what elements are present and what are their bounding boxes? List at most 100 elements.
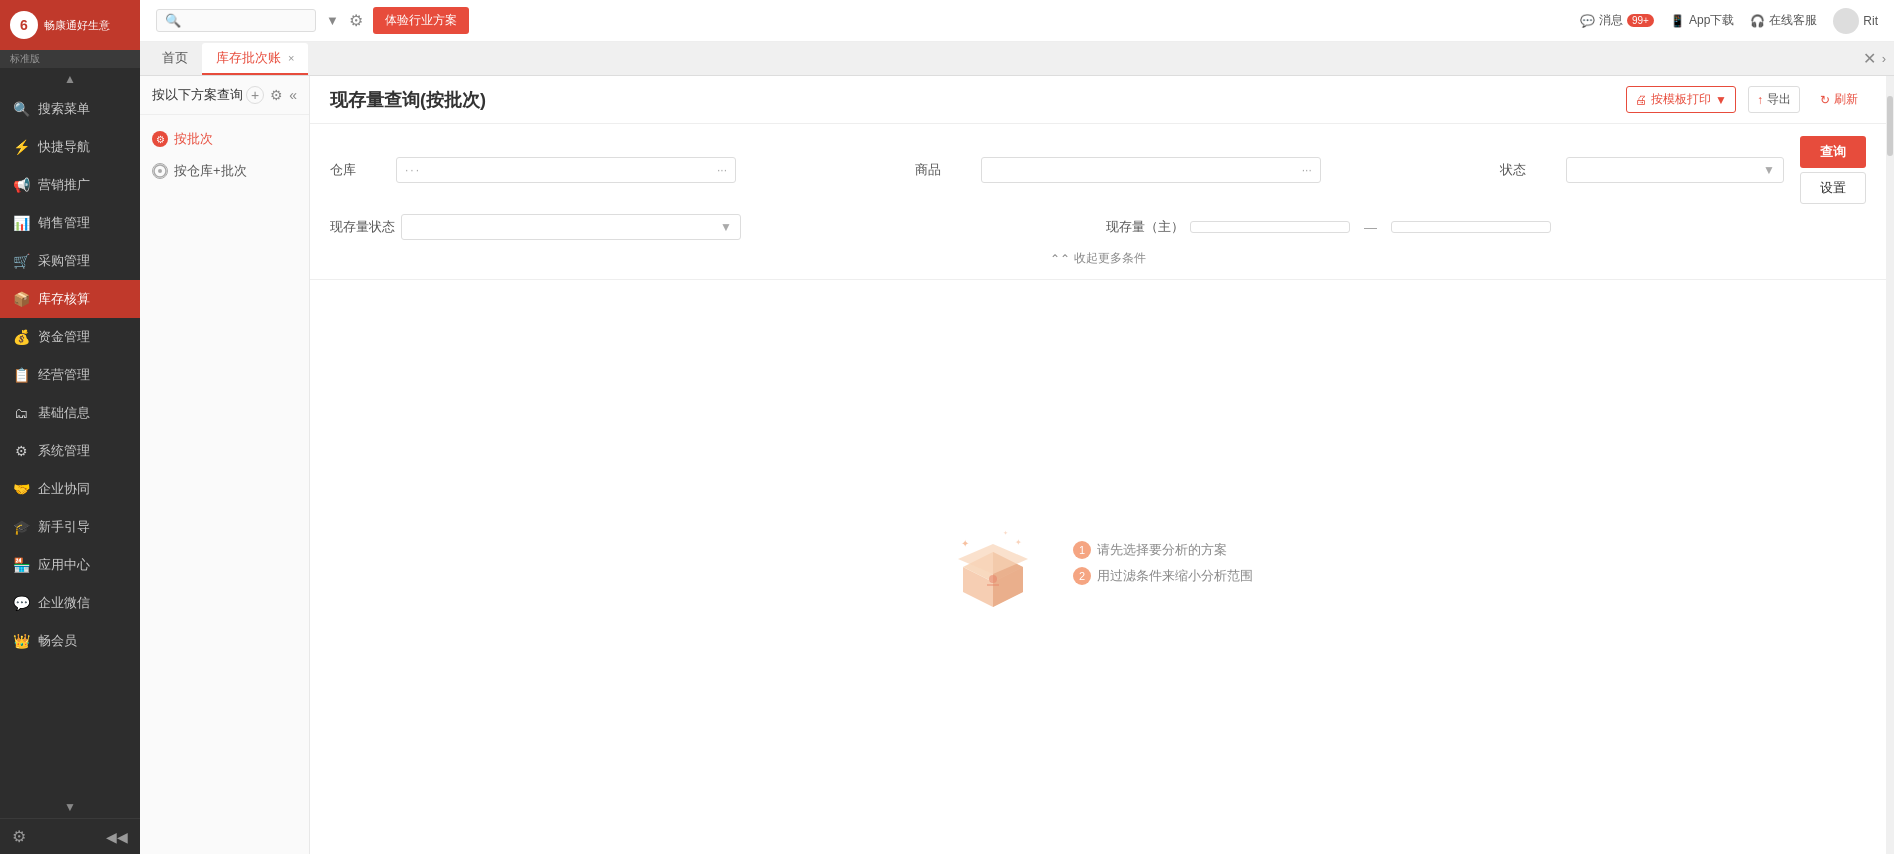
main-area: 🔍 ▼ ⚙ 体验行业方案 💬 消息 99+ 📱 App下载 🎧 在线客服 Rit bbox=[140, 0, 1894, 854]
app-download-item[interactable]: 📱 App下载 bbox=[1670, 12, 1734, 29]
folder-icon: 🗂 bbox=[12, 404, 30, 422]
sidebar-item-appstore-label: 应用中心 bbox=[38, 556, 90, 574]
tip-num-1: 1 bbox=[1073, 541, 1091, 559]
dropdown-arrow[interactable]: ▼ bbox=[326, 13, 339, 28]
status-select[interactable]: ▼ bbox=[1566, 157, 1784, 183]
sidebar-item-appstore[interactable]: 🏪 应用中心 bbox=[0, 546, 140, 584]
inventory-qty-from[interactable] bbox=[1190, 221, 1350, 233]
panel-arrow[interactable]: › bbox=[1882, 51, 1886, 66]
lightning-icon: ⚡ bbox=[12, 138, 30, 156]
box-icon: 📦 bbox=[12, 290, 30, 308]
empty-tips: 1 请先选择要分析的方案 2 用过滤条件来缩小分析范围 bbox=[1073, 541, 1253, 593]
refresh-button[interactable]: ↻ 刷新 bbox=[1812, 87, 1866, 112]
search-box[interactable]: 🔍 bbox=[156, 9, 316, 32]
warehouse-more-icon: ··· bbox=[717, 163, 727, 177]
status-label: 状态 bbox=[1500, 161, 1560, 179]
avatar bbox=[1833, 8, 1859, 34]
sidebar-header: 6 畅康通好生意 bbox=[0, 0, 140, 50]
left-panel-header: 按以下方案查询 + ⚙ « bbox=[140, 76, 309, 115]
tab-inventory-batch[interactable]: 库存批次账 × bbox=[202, 43, 308, 75]
filter-settings-button[interactable]: 设置 bbox=[1800, 172, 1866, 204]
inventory-status-filter: 现存量状态 ▼ bbox=[330, 214, 1090, 240]
sidebar-item-enterprise-label: 企业协同 bbox=[38, 480, 90, 498]
sidebar-item-quicknav[interactable]: ⚡ 快捷导航 bbox=[0, 128, 140, 166]
headset-icon: 🎧 bbox=[1750, 14, 1765, 28]
industry-button[interactable]: 体验行业方案 bbox=[373, 7, 469, 34]
tip-num-2: 2 bbox=[1073, 567, 1091, 585]
svg-text:✦: ✦ bbox=[1003, 530, 1008, 536]
sidebar-item-member[interactable]: 👑 畅会员 bbox=[0, 622, 140, 660]
sidebar-item-newguide[interactable]: 🎓 新手引导 bbox=[0, 508, 140, 546]
messages-item[interactable]: 💬 消息 99+ bbox=[1580, 12, 1654, 29]
sidebar-item-purchase[interactable]: 🛒 采购管理 bbox=[0, 242, 140, 280]
query-button[interactable]: 查询 bbox=[1800, 136, 1866, 168]
left-panel-title: 按以下方案查询 bbox=[152, 86, 243, 104]
tab-close-button[interactable]: × bbox=[288, 52, 294, 64]
sidebar-item-sales[interactable]: 📊 销售管理 bbox=[0, 204, 140, 242]
topbar-gear-icon[interactable]: ⚙ bbox=[349, 11, 363, 30]
sidebar-item-finance-label: 资金管理 bbox=[38, 328, 90, 346]
left-panel: 按以下方案查询 + ⚙ « ⚙ 按批次 bbox=[140, 76, 310, 854]
sidebar-item-inventory[interactable]: 📦 库存核算 bbox=[0, 280, 140, 318]
user-profile-item[interactable]: Rit bbox=[1833, 8, 1878, 34]
online-service-item[interactable]: 🎧 在线客服 bbox=[1750, 12, 1817, 29]
product-input[interactable]: ··· bbox=[981, 157, 1321, 183]
export-button[interactable]: ↑ 导出 bbox=[1748, 86, 1800, 113]
plan-icon-active: ⚙ bbox=[152, 131, 168, 147]
app-logo: 6 bbox=[10, 11, 38, 39]
plan-item-warehouse-batch[interactable]: 按仓库+批次 bbox=[140, 155, 309, 187]
crown-icon: 👑 bbox=[12, 632, 30, 650]
scroll-up-btn[interactable]: ▲ bbox=[0, 68, 140, 90]
megaphone-icon: 📢 bbox=[12, 176, 30, 194]
search-icon: 🔍 bbox=[12, 100, 30, 118]
warehouse-input[interactable]: ··· ··· bbox=[396, 157, 736, 183]
sidebar-item-member-label: 畅会员 bbox=[38, 632, 77, 650]
add-plan-button[interactable]: + bbox=[246, 86, 264, 104]
sidebar-item-sales-label: 销售管理 bbox=[38, 214, 90, 232]
right-scrollbar[interactable] bbox=[1886, 76, 1894, 854]
close-panel-button[interactable]: ✕ bbox=[1863, 49, 1876, 68]
sidebar-item-finance[interactable]: 💰 资金管理 bbox=[0, 318, 140, 356]
sidebar-item-newguide-label: 新手引导 bbox=[38, 518, 90, 536]
product-more-icon: ··· bbox=[1302, 163, 1312, 177]
guide-icon: 🎓 bbox=[12, 518, 30, 536]
print-button[interactable]: 🖨 按模板打印 ▼ bbox=[1626, 86, 1736, 113]
sidebar-item-search-label: 搜索菜单 bbox=[38, 100, 90, 118]
sidebar-item-search[interactable]: 🔍 搜索菜单 bbox=[0, 90, 140, 128]
wechat-icon: 💬 bbox=[12, 594, 30, 612]
sidebar-item-enterprise[interactable]: 🤝 企业协同 bbox=[0, 470, 140, 508]
sidebar-item-basics[interactable]: 🗂 基础信息 bbox=[0, 394, 140, 432]
money-icon: 💰 bbox=[12, 328, 30, 346]
scroll-down-btn[interactable]: ▼ bbox=[0, 796, 140, 818]
gear-icon: ⚙ bbox=[12, 442, 30, 460]
panel-collapse-button[interactable]: « bbox=[289, 87, 297, 103]
inventory-status-select[interactable]: ▼ bbox=[401, 214, 741, 240]
inventory-qty-filter: 现存量（主） — bbox=[1106, 218, 1866, 236]
plan-item-batch[interactable]: ⚙ 按批次 bbox=[140, 123, 309, 155]
print-dropdown-arrow[interactable]: ▼ bbox=[1715, 93, 1727, 107]
chart-icon: 📊 bbox=[12, 214, 30, 232]
collapse-more-button[interactable]: ⌃⌃ 收起更多条件 bbox=[330, 250, 1866, 267]
plan-settings-button[interactable]: ⚙ bbox=[270, 87, 283, 103]
inventory-qty-to[interactable] bbox=[1391, 221, 1551, 233]
sidebar-gear-button[interactable]: ⚙ bbox=[12, 827, 26, 846]
page-header: 现存量查询(按批次) 🖨 按模板打印 ▼ ↑ 导出 ↻ 刷新 bbox=[310, 76, 1886, 124]
sidebar-collapse-button[interactable]: ◀◀ bbox=[106, 829, 128, 845]
warehouse-label: 仓库 bbox=[330, 161, 390, 179]
page-actions: 🖨 按模板打印 ▼ ↑ 导出 ↻ 刷新 bbox=[1626, 86, 1866, 113]
sidebar-item-wechat[interactable]: 💬 企业微信 bbox=[0, 584, 140, 622]
warehouse-filter: 仓库 ··· ··· bbox=[330, 157, 899, 183]
sidebar-item-wechat-label: 企业微信 bbox=[38, 594, 90, 612]
search-input[interactable] bbox=[185, 14, 307, 28]
inventory-status-label: 现存量状态 bbox=[330, 218, 395, 236]
warehouse-dots: ··· bbox=[405, 163, 421, 177]
sidebar-item-operations-label: 经营管理 bbox=[38, 366, 90, 384]
company-name: 畅康通好生意 bbox=[44, 18, 110, 32]
sidebar-item-marketing[interactable]: 📢 营销推广 bbox=[0, 166, 140, 204]
empty-state: ✦ ✦ ✦ 1 请先选择要分析的方案 2 用过滤条件来缩小分析范围 bbox=[310, 280, 1886, 854]
plan-icon-outline bbox=[152, 163, 168, 179]
sidebar-item-operations[interactable]: 📋 经营管理 bbox=[0, 356, 140, 394]
sidebar-footer: ⚙ ◀◀ bbox=[0, 818, 140, 854]
sidebar-item-system[interactable]: ⚙ 系统管理 bbox=[0, 432, 140, 470]
tab-home[interactable]: 首页 bbox=[148, 43, 202, 75]
